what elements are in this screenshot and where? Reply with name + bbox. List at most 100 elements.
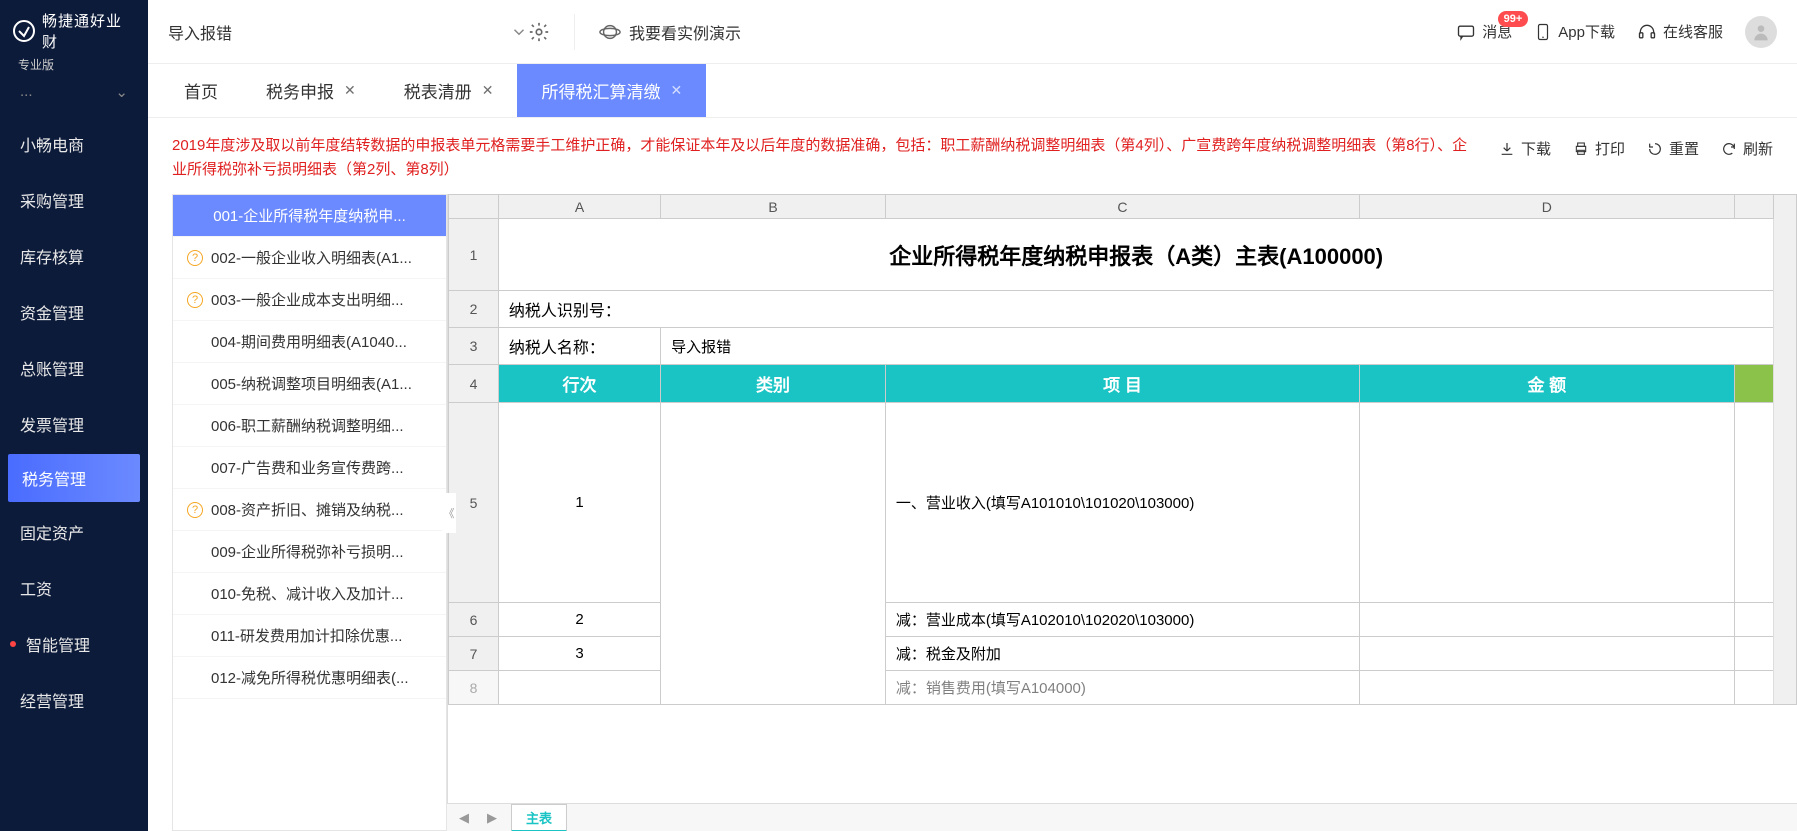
col-header-a[interactable]: A (498, 195, 660, 219)
form-item-004[interactable]: 004-期间费用明细表(A1040... (173, 321, 446, 363)
message-badge: 99+ (1498, 11, 1529, 27)
tab-tax-register[interactable]: 税表清册✕ (380, 64, 518, 117)
cell-b5[interactable] (661, 403, 886, 705)
brand-name: 畅捷通好业财 (42, 10, 136, 52)
cell-e6[interactable] (1734, 603, 1774, 637)
content: 2019年度涉及取以前年度结转数据的申报表单元格需要手工维护正确，才能保证本年及… (148, 118, 1797, 831)
close-icon[interactable]: ✕ (482, 82, 494, 99)
sheet-tab-main[interactable]: 主表 (511, 804, 567, 831)
brand-logo: 畅捷通好业财 (0, 0, 148, 56)
form-item-010[interactable]: 010-免税、减计收入及加计... (173, 573, 446, 615)
tab-tax-declare[interactable]: 税务申报✕ (242, 64, 380, 117)
row-header[interactable]: 8 (449, 671, 499, 705)
header-amount[interactable]: 金 额 (1360, 365, 1734, 403)
sidebar-item-partial[interactable]: ... ⌄ (0, 83, 148, 116)
cell-a6[interactable]: 2 (498, 603, 660, 637)
cell-c6[interactable]: 减：营业成本(填写A102010\102020\103000) (885, 603, 1359, 637)
form-item-008[interactable]: ?008-资产折旧、摊销及纳税... (173, 489, 446, 531)
taxpayer-name-label[interactable]: 纳税人名称： (498, 328, 660, 365)
sidebar-item-smart[interactable]: 智能管理 (0, 616, 148, 672)
sidebar-item-tax[interactable]: 税务管理 (8, 454, 140, 502)
close-icon[interactable]: ✕ (670, 82, 682, 99)
select-all-corner[interactable] (449, 195, 499, 219)
col-header-d[interactable]: D (1360, 195, 1734, 219)
header-item[interactable]: 项 目 (885, 365, 1359, 403)
form-item-011[interactable]: 011-研发费用加计扣除优惠... (173, 615, 446, 657)
tab-home[interactable]: 首页 (160, 64, 242, 117)
cell-e5[interactable] (1734, 403, 1774, 603)
close-icon[interactable]: ✕ (344, 82, 356, 99)
form-item-005[interactable]: 005-纳税调整项目明细表(A1... (173, 363, 446, 405)
cell-c8[interactable]: 减：销售费用(填写A104000) (885, 671, 1359, 705)
sheet-nav-first[interactable]: ◀ (455, 810, 473, 826)
cell-a7[interactable]: 3 (498, 637, 660, 671)
sidebar-item-ecommerce[interactable]: 小畅电商 (0, 116, 148, 172)
sidebar-item-invoice[interactable]: 发票管理 (0, 396, 148, 452)
header-extra[interactable] (1734, 365, 1774, 403)
row-header[interactable]: 6 (449, 603, 499, 637)
sidebar-item-funds[interactable]: 资金管理 (0, 284, 148, 340)
chevron-down-icon (510, 23, 528, 41)
sidebar-item-salary[interactable]: 工资 (0, 560, 148, 616)
print-button[interactable]: 打印 (1573, 138, 1625, 159)
sidebar-item-business[interactable]: 经营管理 (0, 672, 148, 728)
demo-link[interactable]: 我要看实例演示 (599, 20, 741, 44)
row-header[interactable]: 2 (449, 291, 499, 328)
form-item-007[interactable]: 007-广告费和业务宣传费跨... (173, 447, 446, 489)
collapse-button[interactable]: 《 (442, 493, 456, 533)
col-header-extra[interactable] (1734, 195, 1774, 219)
tab-income-tax[interactable]: 所得税汇算清缴✕ (517, 64, 706, 117)
app-download-button[interactable]: App下载 (1534, 21, 1615, 42)
cell-c5[interactable]: 一、营业收入(填写A101010\101020\103000) (885, 403, 1359, 603)
settings-button[interactable] (528, 21, 550, 43)
support-button[interactable]: 在线客服 (1637, 21, 1723, 42)
sidebar-item-ledger[interactable]: 总账管理 (0, 340, 148, 396)
cell-d8[interactable] (1360, 671, 1734, 705)
sheet-nav-prev[interactable]: ▶ (483, 810, 501, 826)
form-item-001[interactable]: 001-企业所得税年度纳税申... (173, 195, 446, 237)
sidebar-item-purchase[interactable]: 采购管理 (0, 172, 148, 228)
form-item-009[interactable]: 009-企业所得税弥补亏损明... (173, 531, 446, 573)
col-header-b[interactable]: B (661, 195, 886, 219)
refresh-button[interactable]: 刷新 (1721, 138, 1773, 159)
form-item-012[interactable]: 012-减免所得税优惠明细表(... (173, 657, 446, 699)
cell-d6[interactable] (1360, 603, 1734, 637)
header-line-no[interactable]: 行次 (498, 365, 660, 403)
row-header[interactable]: 1 (449, 219, 499, 291)
form-item-002[interactable]: ?002-一般企业收入明细表(A1... (173, 237, 446, 279)
cell-d5[interactable] (1360, 403, 1734, 603)
sidebar-nav: ... ⌄ 小畅电商 采购管理 库存核算 资金管理 总账管理 发票管理 税务管理… (0, 83, 148, 831)
sidebar: 畅捷通好业财 专业版 ... ⌄ 小畅电商 采购管理 库存核算 资金管理 总账管… (0, 0, 148, 831)
cell-a8[interactable] (498, 671, 660, 705)
search-dropdown[interactable]: 导入报错 (168, 20, 528, 44)
row-header[interactable]: 7 (449, 637, 499, 671)
sheet-title[interactable]: 企业所得税年度纳税申报表（A类）主表(A100000) (498, 219, 1774, 291)
cell-e7[interactable] (1734, 637, 1774, 671)
form-item-003[interactable]: ?003-一般企业成本支出明细... (173, 279, 446, 321)
download-button[interactable]: 下载 (1499, 138, 1551, 159)
cell-d7[interactable] (1360, 637, 1734, 671)
sidebar-item-assets[interactable]: 固定资产 (0, 504, 148, 560)
form-item-006[interactable]: 006-职工薪酬纳税调整明细... (173, 405, 446, 447)
header-category[interactable]: 类别 (661, 365, 886, 403)
tab-bar: 首页 税务申报✕ 税表清册✕ 所得税汇算清缴✕ (148, 64, 1797, 118)
col-header-c[interactable]: C (885, 195, 1359, 219)
cell-c7[interactable]: 减：税金及附加 (885, 637, 1359, 671)
avatar[interactable] (1745, 16, 1777, 48)
vertical-scrollbar[interactable] (1774, 195, 1797, 705)
row-header[interactable]: 3 (449, 328, 499, 365)
taxpayer-id-label[interactable]: 纳税人识别号： (498, 291, 1774, 328)
sidebar-item-inventory[interactable]: 库存核算 (0, 228, 148, 284)
download-icon (1499, 141, 1515, 157)
cell-a5[interactable]: 1 (498, 403, 660, 603)
question-icon: ? (187, 502, 203, 518)
form-list: 001-企业所得税年度纳税申... ?002-一般企业收入明细表(A1... ?… (172, 194, 447, 831)
spreadsheet-grid[interactable]: A B C D 1 企业所得税年度纳税申报表（A类）主表(A100000) (447, 194, 1797, 803)
reset-button[interactable]: 重置 (1647, 138, 1699, 159)
message-button[interactable]: 消息 99+ (1456, 21, 1512, 42)
row-header[interactable]: 4 (449, 365, 499, 403)
cell-e8[interactable] (1734, 671, 1774, 705)
warning-notice: 2019年度涉及取以前年度结转数据的申报表单元格需要手工维护正确，才能保证本年及… (172, 134, 1479, 182)
reset-icon (1647, 141, 1663, 157)
taxpayer-name-value[interactable]: 导入报错 (661, 328, 1774, 365)
